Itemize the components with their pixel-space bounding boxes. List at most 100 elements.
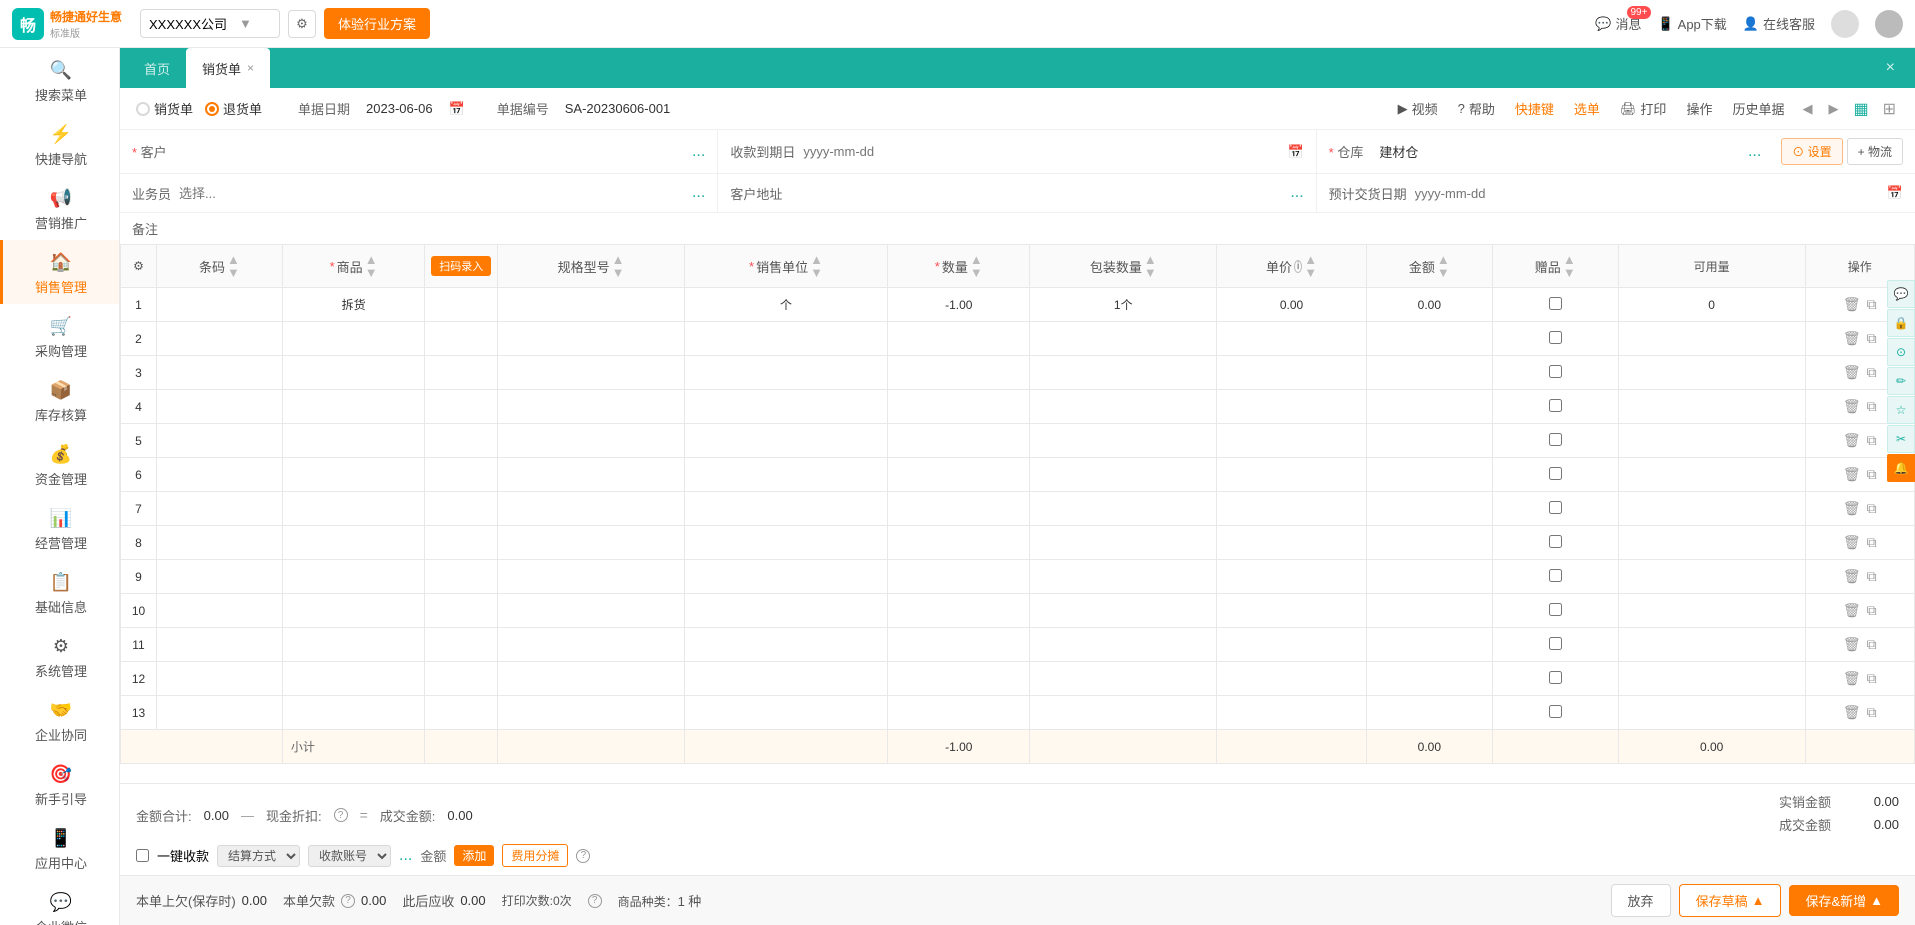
calendar3-icon[interactable]: 📅 (1887, 185, 1903, 201)
copy-icon[interactable]: ⧉ (1867, 670, 1877, 687)
scan-btn[interactable]: 扫码录入 (431, 256, 491, 276)
spec-cell[interactable] (498, 288, 685, 322)
next-btn[interactable]: ▶ (1824, 101, 1842, 117)
copy-icon[interactable]: ⧉ (1867, 568, 1877, 585)
copy-icon[interactable]: ⧉ (1867, 534, 1877, 551)
cash-discount-help-icon[interactable]: ? (334, 808, 348, 822)
sidebar-item-search[interactable]: 🔍 搜索菜单 (0, 48, 119, 112)
sidebar-item-system[interactable]: ⚙ 系统管理 (0, 624, 119, 688)
delete-icon[interactable]: 🗑 (1843, 398, 1861, 415)
float-btn-star[interactable]: ☆ (1887, 396, 1915, 424)
float-btn-lock[interactable]: 🔒 (1887, 309, 1915, 337)
operation-btn[interactable]: 操作 (1680, 96, 1718, 121)
copy-icon[interactable]: ⧉ (1867, 398, 1877, 415)
product-cell[interactable]: 拆货 (282, 288, 424, 322)
delete-icon[interactable]: 🗑 (1843, 602, 1861, 619)
fee-help-icon[interactable]: ? (576, 849, 590, 863)
help-btn[interactable]: ? 帮助 (1452, 96, 1501, 121)
grid-view1-btn[interactable]: ▦ (1850, 99, 1871, 119)
expected-delivery-input[interactable] (1415, 186, 1879, 201)
delete-icon[interactable]: 🗑 (1843, 364, 1861, 381)
delete-icon[interactable]: 🗑 (1843, 296, 1861, 313)
sidebar-item-wechat[interactable]: 💬 企业微信 (0, 880, 119, 925)
sidebar-item-shortcut[interactable]: ⚡ 快捷导航 (0, 112, 119, 176)
delete-icon[interactable]: 🗑 (1843, 670, 1861, 687)
salesperson-input[interactable] (179, 186, 684, 201)
copy-icon[interactable]: ⧉ (1867, 704, 1877, 721)
delete-icon[interactable]: 🗑 (1843, 636, 1861, 653)
unit-price-cell[interactable]: 0.00 (1217, 288, 1367, 322)
online-service-button[interactable]: 👤 在线客服 (1743, 14, 1815, 33)
history-btn[interactable]: 历史单据 (1726, 96, 1790, 121)
delete-icon[interactable]: 🗑 (1843, 330, 1861, 347)
trial-button[interactable]: 体验行业方案 (324, 8, 430, 39)
discard-btn[interactable]: 放弃 (1611, 884, 1671, 917)
address-dots[interactable]: ... (1290, 184, 1303, 202)
float-btn-notify[interactable]: 🔔 (1887, 454, 1915, 482)
salesperson-dots[interactable]: ... (692, 184, 705, 202)
customer-address-input[interactable] (790, 186, 1282, 201)
copy-icon[interactable]: ⧉ (1867, 296, 1877, 313)
app-download-button[interactable]: 📱 App下载 (1657, 14, 1726, 33)
tab-close-icon[interactable]: × (247, 61, 254, 75)
sidebar-item-finance[interactable]: 💰 资金管理 (0, 432, 119, 496)
unit-cell[interactable]: 个 (684, 288, 887, 322)
account-select[interactable]: 收款账号 (308, 845, 391, 867)
sidebar-item-operation[interactable]: 📊 经营管理 (0, 496, 119, 560)
settings-button[interactable]: ⚙ (288, 10, 316, 38)
print-help-icon[interactable]: ? (588, 894, 602, 908)
company-selector[interactable]: XXXXXX公司 ▼ (140, 9, 280, 38)
barcode-cell[interactable] (157, 288, 283, 322)
one-click-payment-checkbox[interactable] (136, 849, 149, 862)
delete-icon[interactable]: 🗑 (1843, 432, 1861, 449)
gift-cell[interactable] (1492, 288, 1618, 322)
col-scan[interactable]: 扫码录入 (425, 245, 498, 288)
pack-qty-cell[interactable]: 1个 (1030, 288, 1217, 322)
sidebar-item-guide[interactable]: 🎯 新手引导 (0, 752, 119, 816)
sidebar-item-purchase[interactable]: 🛒 采购管理 (0, 304, 119, 368)
float-btn-eye[interactable]: ⊙ (1887, 338, 1915, 366)
copy-icon[interactable]: ⧉ (1867, 364, 1877, 381)
warehouse-dots[interactable]: ... (1748, 143, 1761, 161)
copy-icon[interactable]: ⧉ (1867, 500, 1877, 517)
tab-sales-order[interactable]: 销货单 × (186, 48, 270, 88)
grid-view2-btn[interactable]: ⊞ (1880, 99, 1899, 119)
return-order-radio[interactable]: 退货单 (205, 99, 262, 118)
settings-form-btn[interactable]: ⊙ 设置 (1781, 138, 1842, 165)
message-button[interactable]: 💬 消息 99+ (1595, 14, 1641, 33)
customer-dots[interactable]: ... (692, 143, 705, 161)
copy-icon[interactable]: ⧉ (1867, 466, 1877, 483)
add-payment-btn[interactable]: 添加 (454, 845, 494, 866)
copy-icon[interactable]: ⧉ (1867, 602, 1877, 619)
float-btn-scissors[interactable]: ✂ (1887, 425, 1915, 453)
tab-home[interactable]: 首页 (128, 48, 186, 88)
delete-icon[interactable]: 🗑 (1843, 568, 1861, 585)
delete-icon[interactable]: 🗑 (1843, 534, 1861, 551)
avatar[interactable] (1831, 10, 1859, 38)
sidebar-item-appstore[interactable]: 📱 应用中心 (0, 816, 119, 880)
video-btn[interactable]: ▶ 视频 (1392, 96, 1444, 121)
fee-split-btn[interactable]: 费用分摊 (502, 844, 568, 867)
sidebar-item-sales[interactable]: 🏠 销售管理 (0, 240, 119, 304)
delete-icon[interactable]: 🗑 (1843, 500, 1861, 517)
copy-icon[interactable]: ⧉ (1867, 636, 1877, 653)
remarks-input[interactable] (166, 221, 1903, 236)
amount-cell[interactable]: 0.00 (1366, 288, 1492, 322)
settlement-method-select[interactable]: 结算方式 (217, 845, 300, 867)
delete-icon[interactable]: 🗑 (1843, 466, 1861, 483)
prev-btn[interactable]: ◀ (1798, 101, 1816, 117)
delete-icon[interactable]: 🗑 (1843, 704, 1861, 721)
payment-due-input[interactable] (803, 144, 1279, 159)
calendar2-icon[interactable]: 📅 (1287, 144, 1303, 160)
avatar2[interactable] (1875, 10, 1903, 38)
float-btn-message[interactable]: 💬 (1887, 280, 1915, 308)
save-new-btn[interactable]: 保存&新增 ▲ (1789, 885, 1899, 916)
sidebar-item-marketing[interactable]: 📢 营销推广 (0, 176, 119, 240)
quantity-cell[interactable]: -1.00 (888, 288, 1030, 322)
debit-help-icon[interactable]: ? (341, 894, 355, 908)
sales-order-radio[interactable]: 销货单 (136, 99, 193, 118)
shortcut-btn[interactable]: 快捷键 (1509, 96, 1560, 121)
sidebar-item-enterprise[interactable]: 🤝 企业协同 (0, 688, 119, 752)
calendar-icon[interactable]: 📅 (449, 101, 465, 117)
col-settings[interactable]: ⚙ (121, 245, 157, 288)
